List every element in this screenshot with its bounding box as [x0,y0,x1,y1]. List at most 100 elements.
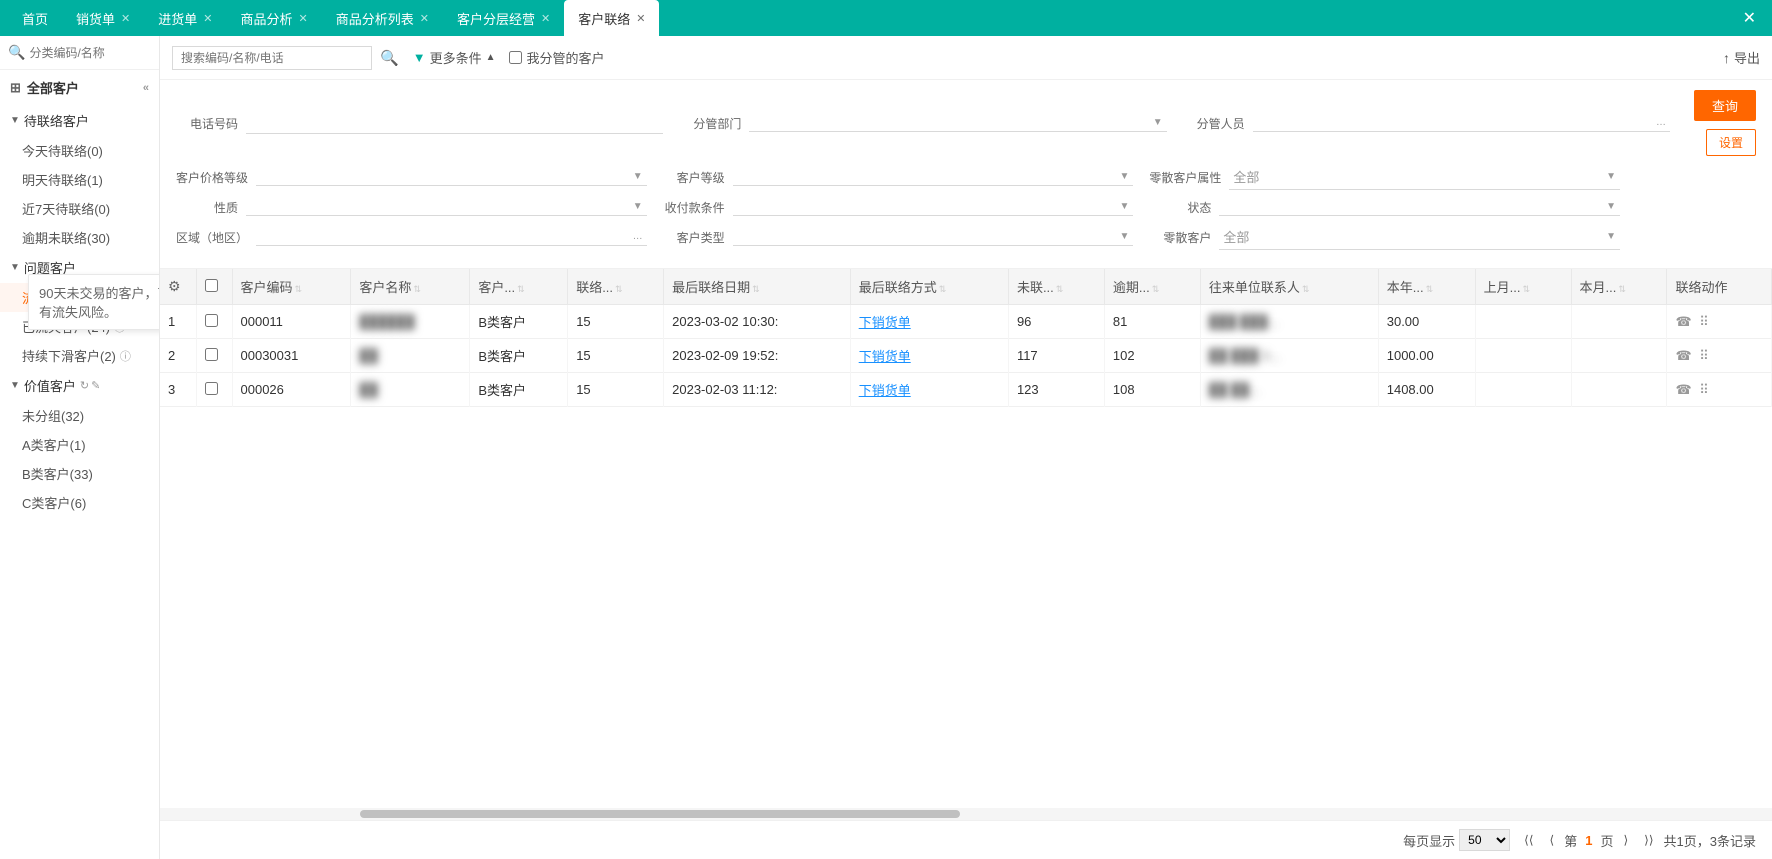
row-way-link-0[interactable]: 下销货单 [859,315,911,330]
zero-retail-attr-select[interactable]: 全部 ▼ [1229,164,1620,190]
sidebar-item-ungrouped[interactable]: 未分组(32) [0,401,159,430]
sort-name-icon[interactable]: ⇅ [413,284,421,294]
sort-contacts-icon[interactable]: ⇅ [615,284,623,294]
dept-select[interactable]: ▼ [749,114,1166,132]
select-all-checkbox[interactable] [205,279,218,292]
sort-level-icon[interactable]: ⇅ [517,284,525,294]
sidebar-all-customers[interactable]: ⊞ 全部客户 « [0,70,159,105]
tab-sales-close[interactable]: ✕ [121,12,130,25]
row-way-link-2[interactable]: 下销货单 [859,383,911,398]
row-check-2[interactable] [205,382,218,395]
col-settings[interactable]: ⚙ [160,269,196,305]
tomorrow-label: 明天待联络(1) [22,173,103,188]
row-more-icon-1[interactable]: ⠿ [1699,348,1709,363]
row-more-icon-0[interactable]: ⠿ [1699,314,1709,329]
row-contact-icon-1[interactable]: ☎ [1675,348,1691,363]
row-check-1[interactable] [205,348,218,361]
sidebar-item-declining[interactable]: 持续下滑客户(2) ⓘ [0,341,159,370]
sort-overdue-icon[interactable]: ⇅ [1152,284,1160,294]
settings-btn[interactable]: 设置 [1706,129,1756,156]
row-date-1: 2023-02-09 19:52: [664,339,851,373]
row-contact-icon-0[interactable]: ☎ [1675,314,1691,329]
region-select[interactable]: … [256,228,647,246]
tab-purchase[interactable]: 进货单 ✕ [144,0,226,36]
tab-analysis[interactable]: 商品分析 ✕ [226,0,321,36]
sort-code-icon[interactable]: ⇅ [295,284,303,294]
sort-last-date-icon[interactable]: ⇅ [752,284,760,294]
col-overdue-label: 逾期... [1113,280,1150,295]
row-contact-icon-2[interactable]: ☎ [1675,382,1691,397]
next-page-btn[interactable]: ⟩ [1617,831,1634,849]
tab-customer-tier-close[interactable]: ✕ [541,12,550,25]
row-uncontacted-2: 123 [1008,373,1104,407]
sort-unit-contact-icon[interactable]: ⇅ [1302,284,1310,294]
window-close-button[interactable]: ✕ [1735,8,1764,28]
tab-home[interactable]: 首页 [8,0,62,36]
tab-customer-contact-close[interactable]: ✕ [636,12,645,25]
prev-page-btn[interactable]: ⟨ [1544,831,1561,849]
status-select[interactable]: ▼ [1219,198,1620,216]
row-checkbox-1[interactable] [196,339,232,373]
tab-customer-tier[interactable]: 客户分层经营 ✕ [443,0,564,36]
settings-gear-icon[interactable]: ⚙ [168,278,181,294]
price-level-select[interactable]: ▼ [256,168,647,186]
sidebar-item-tomorrow[interactable]: 明天待联络(1) [0,165,159,194]
tab-analysis-list-close[interactable]: ✕ [420,12,429,25]
sidebar-item-class-b[interactable]: B类客户(33) [0,459,159,488]
value-refresh-icon[interactable]: ↻ [80,379,89,392]
staff-select[interactable]: … [1253,114,1670,132]
arrow-icon-pending: ▼ [10,115,20,126]
scrollbar-thumb[interactable] [360,810,960,818]
tab-analysis-close[interactable]: ✕ [299,12,308,25]
phone-input[interactable] [246,113,663,134]
search-icon[interactable]: 🔍 [380,49,399,67]
sidebar-item-today[interactable]: 今天待联络(0) [0,136,159,165]
search-input[interactable] [172,46,372,70]
gender-select[interactable]: ▼ [246,198,647,216]
tab-analysis-list[interactable]: 商品分析列表 ✕ [322,0,443,36]
phone-label: 电话号码 [176,115,246,132]
sidebar-item-7days[interactable]: 近7天待联络(0) [0,194,159,223]
col-contacts-label: 联络... [576,280,613,295]
tab-sales[interactable]: 销货单 ✕ [62,0,144,36]
query-btn[interactable]: 查询 [1694,90,1756,121]
more-conditions-btn[interactable]: ▼ 更多条件 ▲ [407,44,502,71]
last-page-btn[interactable]: ⟩⟩ [1638,831,1659,849]
value-edit-icon[interactable]: ✎ [91,379,100,392]
filter-bar: 🔍 ▼ 更多条件 ▲ 我分管的客户 ↑ 导出 [160,36,1772,80]
sort-this-month-icon[interactable]: ⇅ [1618,284,1626,294]
horizontal-scrollbar[interactable] [160,808,1772,820]
sidebar-search-input[interactable] [29,46,151,60]
sidebar-item-class-a[interactable]: A类客户(1) [0,430,159,459]
export-btn[interactable]: ↑ 导出 [1723,48,1760,67]
sort-last-month-icon[interactable]: ⇅ [1522,284,1530,294]
my-customers-checkbox[interactable]: 我分管的客户 [509,48,604,67]
row-action-2: ☎ ⠿ [1667,373,1772,407]
row-level-0: B类客户 [470,305,568,339]
zero-retail-select[interactable]: 全部 ▼ [1219,224,1620,250]
tab-purchase-close[interactable]: ✕ [203,12,212,25]
sidebar-collapse-icon[interactable]: « [143,82,149,94]
my-customers-check[interactable] [509,51,522,64]
sidebar-section-title-value[interactable]: ▼ 价值客户 ↻ ✎ [0,370,159,401]
7days-label: 近7天待联络(0) [22,202,110,217]
row-checkbox-2[interactable] [196,373,232,407]
sort-last-way-icon[interactable]: ⇅ [939,284,947,294]
col-uncontacted: 未联...⇅ [1008,269,1104,305]
sidebar-item-overdue[interactable]: 逾期未联络(30) [0,223,159,252]
cust-level-select[interactable]: ▼ [733,168,1134,186]
payment-select[interactable]: ▼ [733,198,1134,216]
filter-payment-field: 收付款条件 ▼ [663,198,1134,216]
row-checkbox-0[interactable] [196,305,232,339]
sort-this-year-icon[interactable]: ⇅ [1426,284,1434,294]
first-page-btn[interactable]: ⟨⟨ [1518,831,1539,849]
row-way-link-1[interactable]: 下销货单 [859,349,911,364]
row-check-0[interactable] [205,314,218,327]
sidebar-section-title-pending[interactable]: ▼ 待联络客户 [0,105,159,136]
cust-type-select[interactable]: ▼ [733,228,1134,246]
sort-uncontacted-icon[interactable]: ⇅ [1056,284,1064,294]
page-size-select[interactable]: 50 10 20 100 [1459,829,1510,851]
tab-customer-contact[interactable]: 客户联络 ✕ [564,0,659,36]
sidebar-item-class-c[interactable]: C类客户(6) [0,488,159,517]
row-more-icon-2[interactable]: ⠿ [1699,382,1709,397]
